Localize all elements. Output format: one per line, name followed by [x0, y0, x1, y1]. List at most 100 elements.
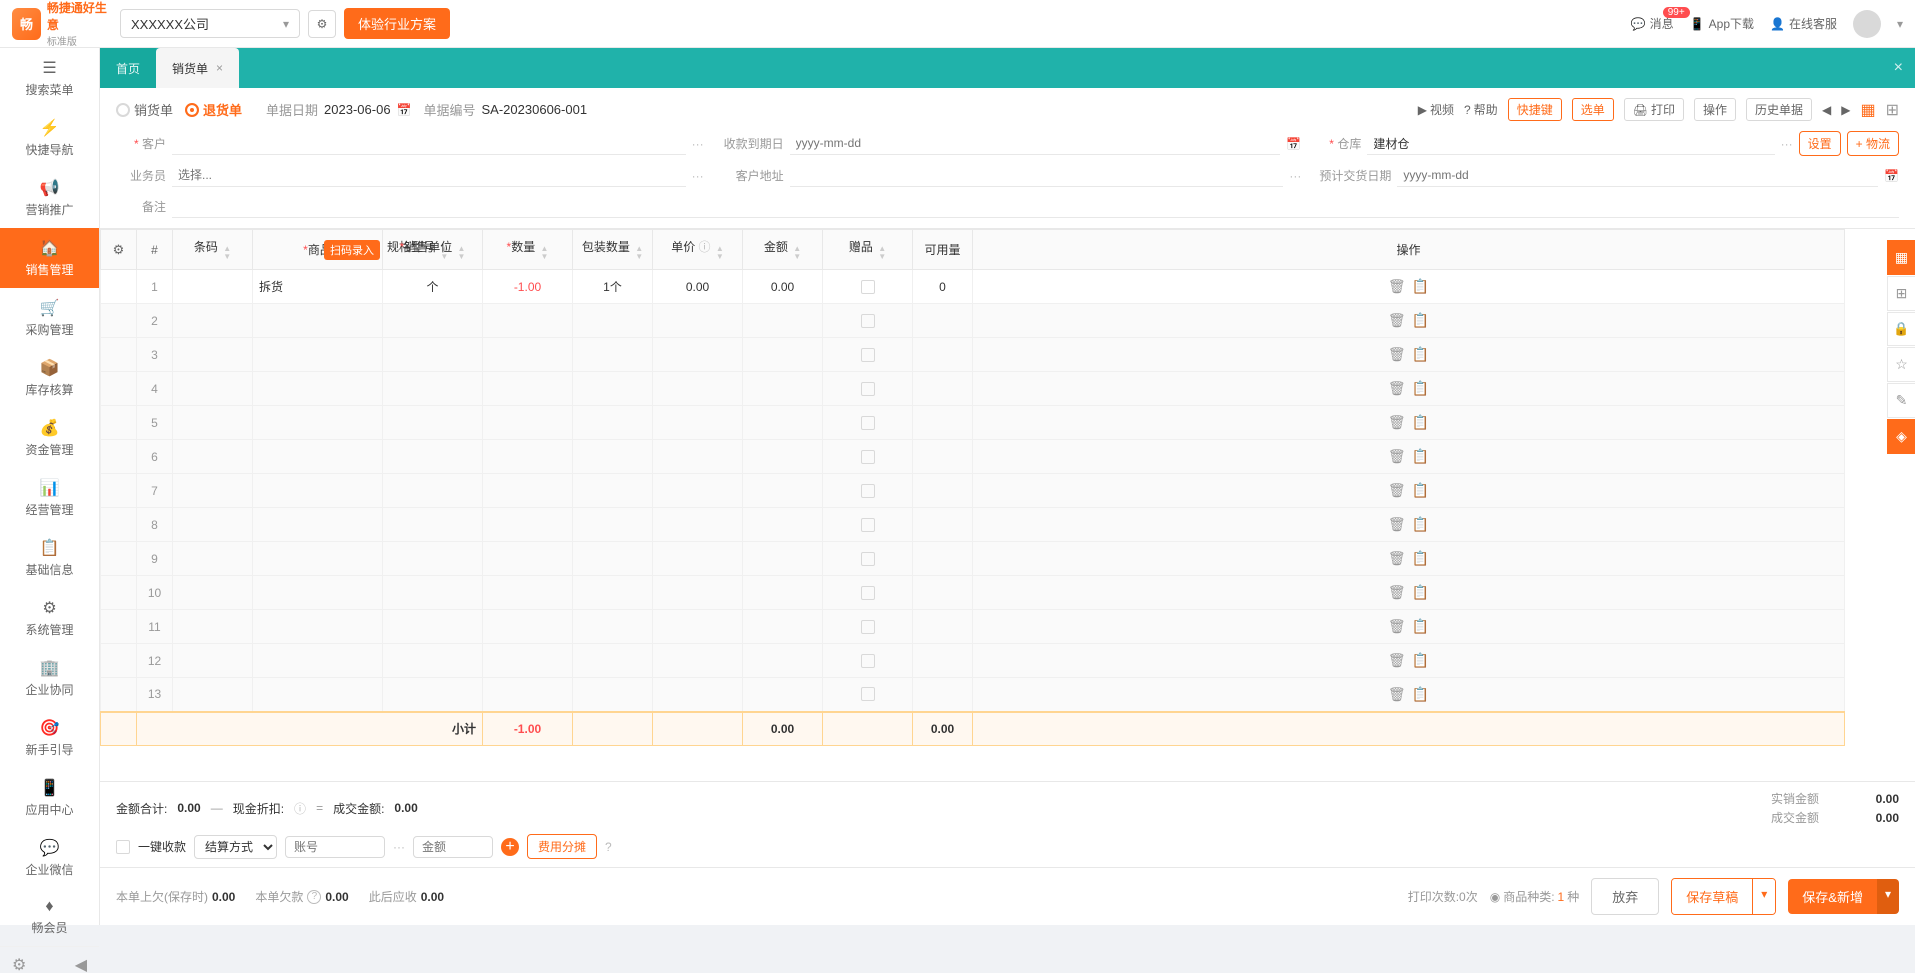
row-copy-btn[interactable]: 📋	[1412, 312, 1429, 329]
avatar[interactable]	[1853, 10, 1881, 38]
help-btn[interactable]: ? 帮助	[1464, 101, 1498, 118]
customer-dots-icon[interactable]: ···	[692, 137, 704, 151]
tab-close-icon[interactable]: ×	[216, 61, 223, 75]
calendar-icon[interactable]: 📅	[397, 103, 412, 117]
company-selector[interactable]: XXXXXX公司 ▾	[120, 9, 300, 38]
sidebar-item-newbie[interactable]: 🎯 新手引导	[0, 708, 99, 768]
save-draft-arrow[interactable]: ▾	[1752, 879, 1775, 914]
row-copy-btn[interactable]: 📋	[1412, 414, 1429, 431]
app-download-btn[interactable]: 📱 App下载	[1690, 15, 1754, 32]
trial-btn[interactable]: 体验行业方案	[344, 8, 450, 39]
row-delete-btn[interactable]: 🗑	[1388, 448, 1406, 465]
row-copy-btn[interactable]: 📋	[1412, 516, 1429, 533]
history-btn[interactable]: 历史单据	[1746, 98, 1812, 121]
flow-btn[interactable]: + 物流	[1847, 131, 1899, 156]
video-btn[interactable]: ▶ 视频	[1418, 101, 1454, 118]
expected-date-calendar-icon[interactable]: 📅	[1884, 169, 1899, 183]
row-copy-btn[interactable]: 📋	[1412, 652, 1429, 669]
select-btn[interactable]: 选单	[1572, 98, 1614, 121]
save-new-arrow[interactable]: ▾	[1877, 879, 1899, 914]
scan-btn[interactable]: 扫码录入	[324, 240, 380, 260]
save-new-btn[interactable]: 保存&新增	[1788, 879, 1877, 914]
row-delete-btn[interactable]: 🗑	[1388, 550, 1406, 567]
row-copy-btn[interactable]: 📋	[1412, 618, 1429, 635]
save-draft-btn[interactable]: 保存草稿	[1672, 879, 1752, 914]
customer-address-input[interactable]	[790, 164, 1284, 187]
customer-input[interactable]	[172, 132, 686, 155]
sidebar-item-basic[interactable]: 📋 基础信息	[0, 528, 99, 588]
row-delete-btn[interactable]: 🗑	[1388, 482, 1406, 499]
amount-input[interactable]	[413, 836, 493, 858]
float-btn-edit[interactable]: ✎	[1887, 383, 1915, 418]
outstanding-question-icon[interactable]: ?	[307, 890, 321, 904]
float-btn-table[interactable]: ▦	[1887, 240, 1915, 275]
salesperson-input[interactable]	[172, 164, 686, 187]
radio-sales[interactable]: 销货单	[116, 100, 173, 119]
float-btn-lock[interactable]: 🔒	[1887, 312, 1915, 346]
due-date-calendar-icon[interactable]: 📅	[1286, 137, 1301, 151]
float-btn-orange[interactable]: ◈	[1887, 419, 1915, 454]
tabs-close-all[interactable]: ×	[1882, 59, 1915, 77]
account-dots-icon[interactable]: ···	[393, 840, 405, 854]
sidebar-item-operations[interactable]: 📊 经营管理	[0, 468, 99, 528]
fee-help-icon[interactable]: ?	[605, 840, 612, 854]
operation-btn[interactable]: 操作	[1694, 98, 1736, 121]
warehouse-input[interactable]	[1367, 132, 1774, 155]
note-input[interactable]	[172, 195, 1899, 218]
set-btn[interactable]: 设置	[1799, 131, 1841, 156]
radio-return[interactable]: 退货单	[185, 100, 242, 119]
view-table-icon[interactable]: ▦	[1860, 100, 1875, 120]
sidebar-item-system[interactable]: ⚙ 系统管理	[0, 588, 99, 648]
row-delete-btn[interactable]: 🗑	[1388, 380, 1406, 397]
nav-prev-icon[interactable]: ◀	[1822, 103, 1831, 117]
address-dots-icon[interactable]: ···	[1289, 169, 1301, 183]
row-delete-btn[interactable]: 🗑	[1388, 686, 1406, 703]
row-copy-btn[interactable]: 📋	[1412, 686, 1429, 703]
row-copy-btn[interactable]: 📋	[1412, 550, 1429, 567]
sidebar-item-wechat[interactable]: 💬 企业微信	[0, 828, 99, 888]
sidebar-item-shortcut[interactable]: ⚡ 快捷导航	[0, 108, 99, 168]
message-btn[interactable]: 💬 消息 99+	[1631, 15, 1674, 32]
row-copy-btn[interactable]: 📋	[1412, 584, 1429, 601]
row-delete-btn[interactable]: 🗑	[1388, 278, 1406, 295]
tab-home[interactable]: 首页	[100, 48, 156, 88]
fee-split-btn[interactable]: 费用分摊	[527, 834, 597, 859]
sidebar-item-purchase[interactable]: 🛒 采购管理	[0, 288, 99, 348]
col-settings[interactable]: ⚙	[101, 230, 137, 270]
shortcut-btn[interactable]: 快捷键	[1508, 98, 1562, 121]
salesperson-dots-icon[interactable]: ···	[692, 169, 704, 183]
add-payment-btn[interactable]: +	[501, 838, 519, 856]
print-btn[interactable]: 🖨 打印	[1624, 98, 1684, 121]
sidebar-item-enterprise[interactable]: 🏢 企业协同	[0, 648, 99, 708]
row-delete-btn[interactable]: 🗑	[1388, 516, 1406, 533]
sidebar-item-sales[interactable]: 🏠 销售管理	[0, 228, 99, 288]
sidebar-item-inventory[interactable]: 📦 库存核算	[0, 348, 99, 408]
user-arrow[interactable]: ▾	[1897, 17, 1903, 31]
row-copy-btn[interactable]: 📋	[1412, 380, 1429, 397]
row-delete-btn[interactable]: 🗑	[1388, 414, 1406, 431]
row-copy-btn[interactable]: 📋	[1412, 482, 1429, 499]
nav-next-icon[interactable]: ▶	[1841, 103, 1850, 117]
row-delete-btn[interactable]: 🗑	[1388, 584, 1406, 601]
discount-info-icon[interactable]: ⓘ	[294, 800, 306, 817]
sidebar-item-finance[interactable]: 💰 资金管理	[0, 408, 99, 468]
float-btn-card[interactable]: ⊞	[1887, 276, 1915, 311]
row-copy-btn[interactable]: 📋	[1412, 278, 1429, 295]
settlement-method-select[interactable]: 结算方式	[194, 835, 277, 859]
account-input[interactable]	[285, 836, 385, 858]
float-btn-star[interactable]: ☆	[1887, 347, 1915, 382]
row-delete-btn[interactable]: 🗑	[1388, 312, 1406, 329]
sidebar-item-appstore[interactable]: 📱 应用中心	[0, 768, 99, 828]
one-click-pay-checkbox[interactable]	[116, 840, 130, 854]
due-date-input[interactable]	[790, 132, 1281, 155]
view-card-icon[interactable]: ⊞	[1886, 100, 1899, 120]
row-delete-btn[interactable]: 🗑	[1388, 618, 1406, 635]
row-delete-btn[interactable]: 🗑	[1388, 346, 1406, 363]
online-service-btn[interactable]: 👤 在线客服	[1770, 15, 1837, 32]
warehouse-dots-icon[interactable]: ···	[1781, 137, 1793, 151]
price-info-icon[interactable]: ⓘ	[699, 240, 711, 254]
tab-sales-order[interactable]: 销货单 ×	[156, 48, 239, 88]
abandon-btn[interactable]: 放弃	[1591, 878, 1659, 915]
expected-date-input[interactable]	[1397, 164, 1878, 187]
settings-icon-btn[interactable]: ⚙	[308, 10, 336, 38]
